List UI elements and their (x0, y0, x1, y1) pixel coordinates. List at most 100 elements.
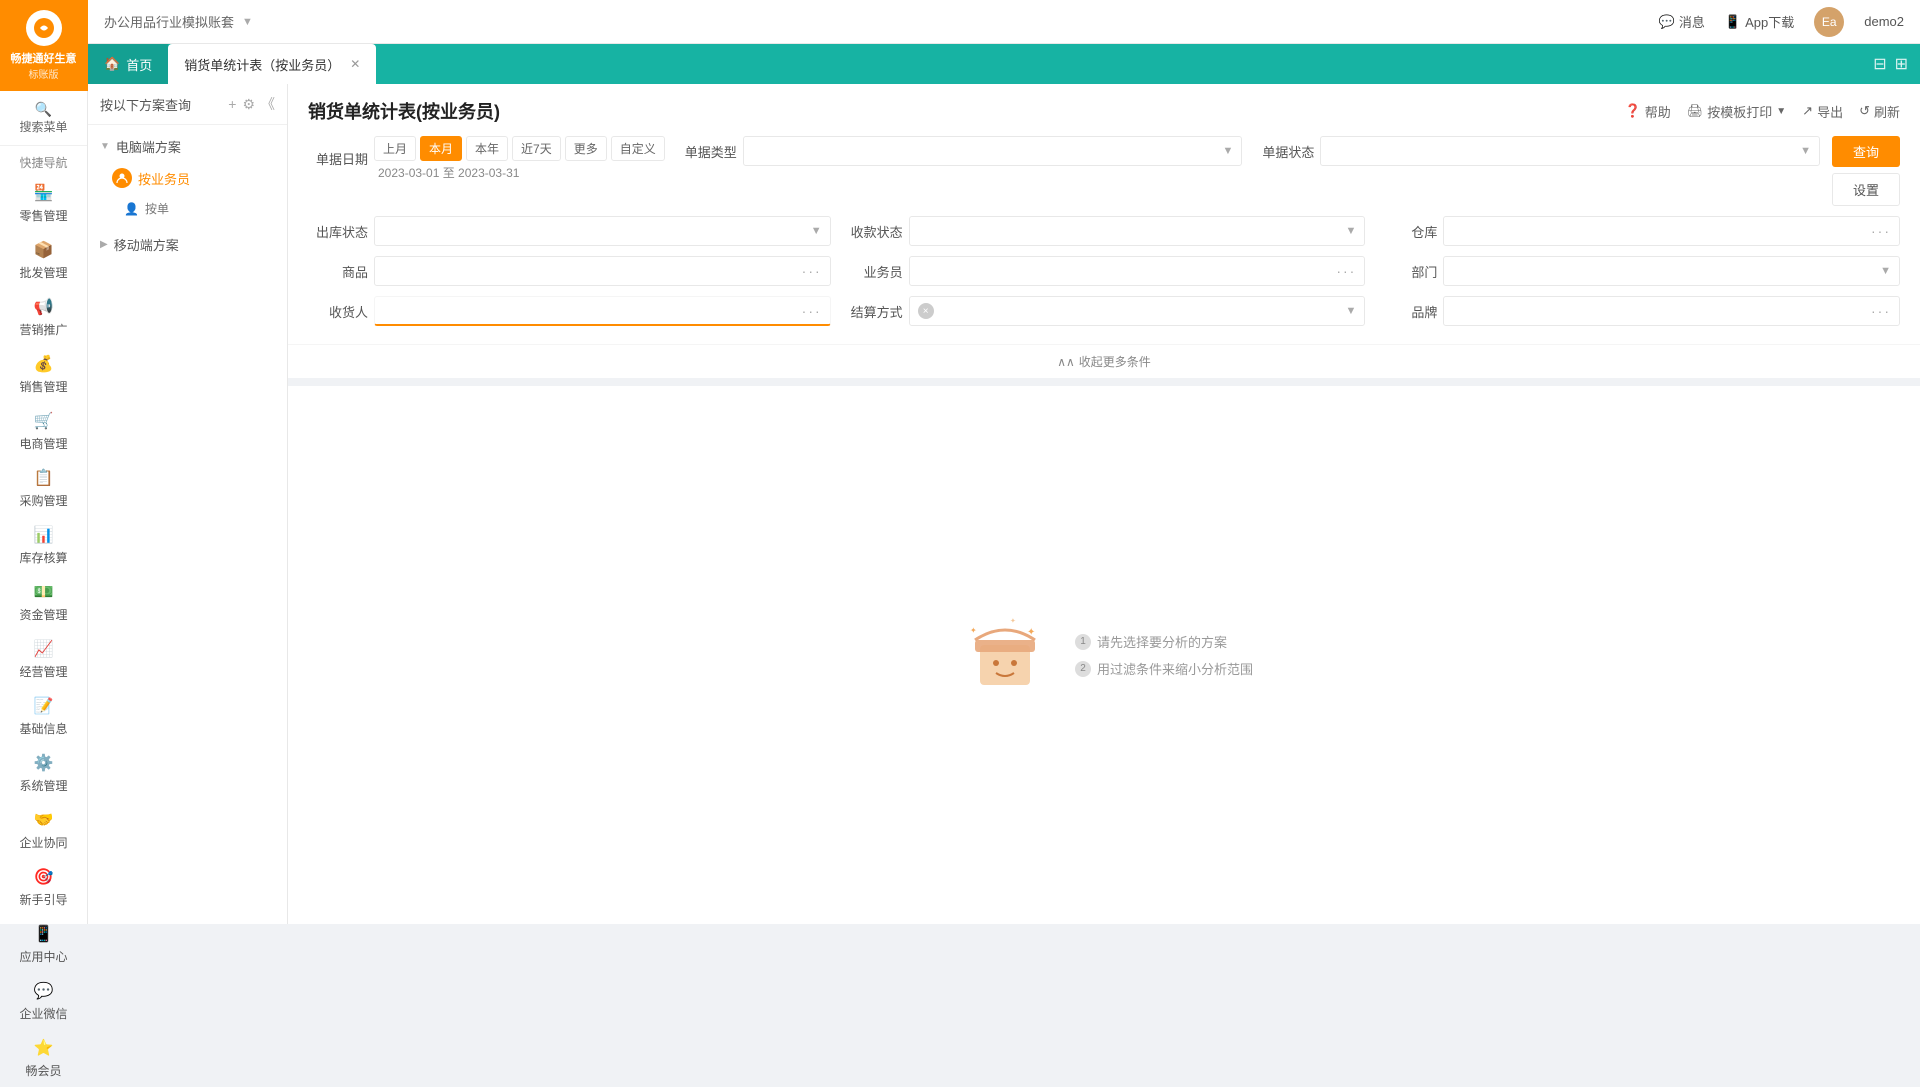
message-btn[interactable]: 💬 消息 (1659, 12, 1705, 31)
mobile-scheme-group[interactable]: ▶ 移动端方案 (88, 229, 287, 260)
sidebar-item-finance[interactable]: 💵 资金管理 (0, 574, 87, 631)
sidebar-item-inventory[interactable]: 📊 库存核算 (0, 517, 87, 574)
date-btn-this-year[interactable]: 本年 (466, 136, 508, 161)
salesperson-label: 业务员 (843, 262, 903, 281)
date-range-display: 2023-03-01 至 2023-03-31 (378, 164, 665, 181)
member-icon: ⭐ (34, 1038, 54, 1058)
sidebar-item-basic[interactable]: 📝 基础信息 (0, 688, 87, 745)
app-download-btn[interactable]: 📱 App下载 (1725, 12, 1794, 31)
department-select[interactable]: ▼ (1443, 256, 1900, 286)
date-btn-more[interactable]: 更多 (565, 136, 607, 161)
sidebar-item-member[interactable]: ⭐ 畅会员 (0, 1030, 87, 1087)
app-subname: 标账版 (29, 66, 59, 81)
collapse-row: ∧∧ 收起更多条件 (288, 344, 1920, 378)
date-btn-custom[interactable]: 自定义 (611, 136, 665, 161)
doc-status-select[interactable]: ▼ (1320, 136, 1820, 166)
sidebar-item-wholesale[interactable]: 📦 批发管理 (0, 232, 87, 289)
payment-status-select[interactable]: ▼ (909, 216, 1366, 246)
salesperson-select[interactable]: ··· (909, 256, 1366, 286)
search-menu-label: 搜索菜单 (0, 118, 87, 135)
sales-label: 销售管理 (19, 378, 67, 395)
sidebar-item-newbie[interactable]: 🎯 新手引导 (0, 859, 87, 916)
home-icon: 🏠 (104, 56, 120, 72)
collapse-panel-btn[interactable]: 《 (261, 94, 275, 114)
product-label: 商品 (308, 262, 368, 281)
tab-home[interactable]: 🏠 首页 (88, 44, 168, 84)
product-select[interactable]: ··· (374, 256, 831, 286)
left-panel-header: 按以下方案查询 + ⚙ 《 (88, 84, 287, 125)
filter-area: 单据日期 上月 本月 本年 近7天 更多 自定义 2023-03-01 至 20… (288, 124, 1920, 344)
appstore-icon: 📱 (34, 924, 54, 944)
sidebar-item-appstore[interactable]: 📱 应用中心 (0, 916, 87, 973)
brand-dots: ··· (1871, 303, 1891, 319)
home-tab-label: 首页 (126, 55, 152, 74)
tab-maximize-icon[interactable]: ⊞ (1895, 54, 1908, 74)
settings-btn[interactable]: 设置 (1832, 173, 1900, 206)
user-avatar[interactable]: Ea (1814, 7, 1844, 37)
help-btn[interactable]: ❓ 帮助 (1625, 102, 1671, 121)
empty-area: ✦ ✦ ✦ 1 请先选择要分析的方案 2 用过滤条件来缩小分析范围 (288, 386, 1920, 924)
logo-icon (26, 10, 62, 46)
receiver-input[interactable]: ··· (374, 296, 831, 326)
payment-method-clear-btn[interactable]: × (918, 303, 934, 319)
scheme-by-salesperson[interactable]: 按业务员 (88, 162, 287, 194)
sidebar-item-retail[interactable]: 🏪 零售管理 (0, 175, 87, 232)
page-header: 销货单统计表(按业务员) ❓ 帮助 🖨 按模板打印 ▼ ↗ 导出 (288, 84, 1920, 124)
search-menu-btn[interactable]: 🔍 搜索菜单 (0, 91, 87, 146)
sidebar-item-enterprise[interactable]: 🤝 企业协同 (0, 802, 87, 859)
tab-close-btn[interactable]: ✕ (350, 57, 360, 71)
receiver-text-input[interactable] (383, 303, 802, 318)
ship-status-select[interactable]: ▼ (374, 216, 831, 246)
collapse-btn[interactable]: ∧∧ 收起更多条件 (1045, 351, 1163, 372)
sidebar-item-wechat[interactable]: 💬 企业微信 (0, 973, 87, 1030)
left-panel-title: 按以下方案查询 (100, 95, 191, 114)
sidebar-item-marketing[interactable]: 📢 营销推广 (0, 289, 87, 346)
print-btn[interactable]: 🖨 按模板打印 ▼ (1687, 102, 1786, 121)
edit-scheme-btn[interactable]: ⚙ (242, 96, 255, 113)
collapse-icon: ∧∧ (1057, 355, 1075, 369)
member-label: 畅会员 (25, 1062, 61, 1079)
system-label: 系统管理 (19, 777, 67, 794)
date-btn-last-7[interactable]: 近7天 (512, 136, 561, 161)
scheme-by-order[interactable]: 👤 按单 (88, 194, 287, 223)
payment-method-select[interactable]: × ▼ (909, 296, 1366, 326)
operations-icon: 📈 (34, 639, 54, 659)
pc-scheme-label: 电脑端方案 (116, 137, 181, 156)
appstore-label: 应用中心 (19, 948, 67, 965)
tab-minimize-icon[interactable]: ⊟ (1873, 54, 1886, 74)
add-scheme-btn[interactable]: + (228, 96, 236, 112)
tab-sales-stat[interactable]: 销货单统计表（按业务员） ✕ (168, 44, 376, 84)
account-dropdown-icon[interactable]: ▼ (242, 16, 253, 28)
pc-scheme-group-header[interactable]: ▼ 电脑端方案 (88, 131, 287, 162)
svg-text:✦: ✦ (1027, 627, 1035, 638)
brand-select[interactable]: ··· (1443, 296, 1900, 326)
print-label: 按模板打印 (1707, 102, 1772, 121)
date-btn-this-month[interactable]: 本月 (420, 136, 462, 161)
sidebar-item-purchase[interactable]: 📋 采购管理 (0, 460, 87, 517)
warehouse-select[interactable]: ··· (1443, 216, 1900, 246)
basic-label: 基础信息 (19, 720, 67, 737)
query-btn[interactable]: 查询 (1832, 136, 1900, 167)
quick-nav-btn[interactable]: 快捷导航 (0, 146, 87, 175)
content-area: 按以下方案查询 + ⚙ 《 ▼ 电脑端方案 (88, 84, 1920, 924)
sidebar-item-operations[interactable]: 📈 经营管理 (0, 631, 87, 688)
marketing-label: 营销推广 (19, 321, 67, 338)
sidebar-item-ecommerce[interactable]: 🛒 电商管理 (0, 403, 87, 460)
current-account[interactable]: 办公用品行业模拟账套 (104, 12, 234, 31)
date-btn-last-month[interactable]: 上月 (374, 136, 416, 161)
scheme-salesperson-icon (112, 168, 132, 188)
doc-type-select[interactable]: ▼ (743, 136, 1243, 166)
app-logo[interactable]: 畅捷通好生意 标账版 (0, 0, 88, 91)
inventory-icon: 📊 (34, 525, 54, 545)
user-name[interactable]: demo2 (1864, 14, 1904, 29)
step2-text: 用过滤条件来缩小分析范围 (1097, 659, 1253, 678)
refresh-btn[interactable]: ↺ 刷新 (1859, 102, 1900, 121)
ship-status-arrow: ▼ (811, 225, 822, 237)
newbie-icon: 🎯 (34, 867, 54, 887)
sidebar-item-system[interactable]: ⚙️ 系统管理 (0, 745, 87, 802)
scheme-order-label: 按单 (145, 200, 169, 217)
export-btn[interactable]: ↗ 导出 (1802, 102, 1843, 121)
avatar-text: Ea (1822, 15, 1837, 29)
sidebar-item-sales[interactable]: 💰 销售管理 (0, 346, 87, 403)
download-icon: 📱 (1725, 14, 1741, 30)
